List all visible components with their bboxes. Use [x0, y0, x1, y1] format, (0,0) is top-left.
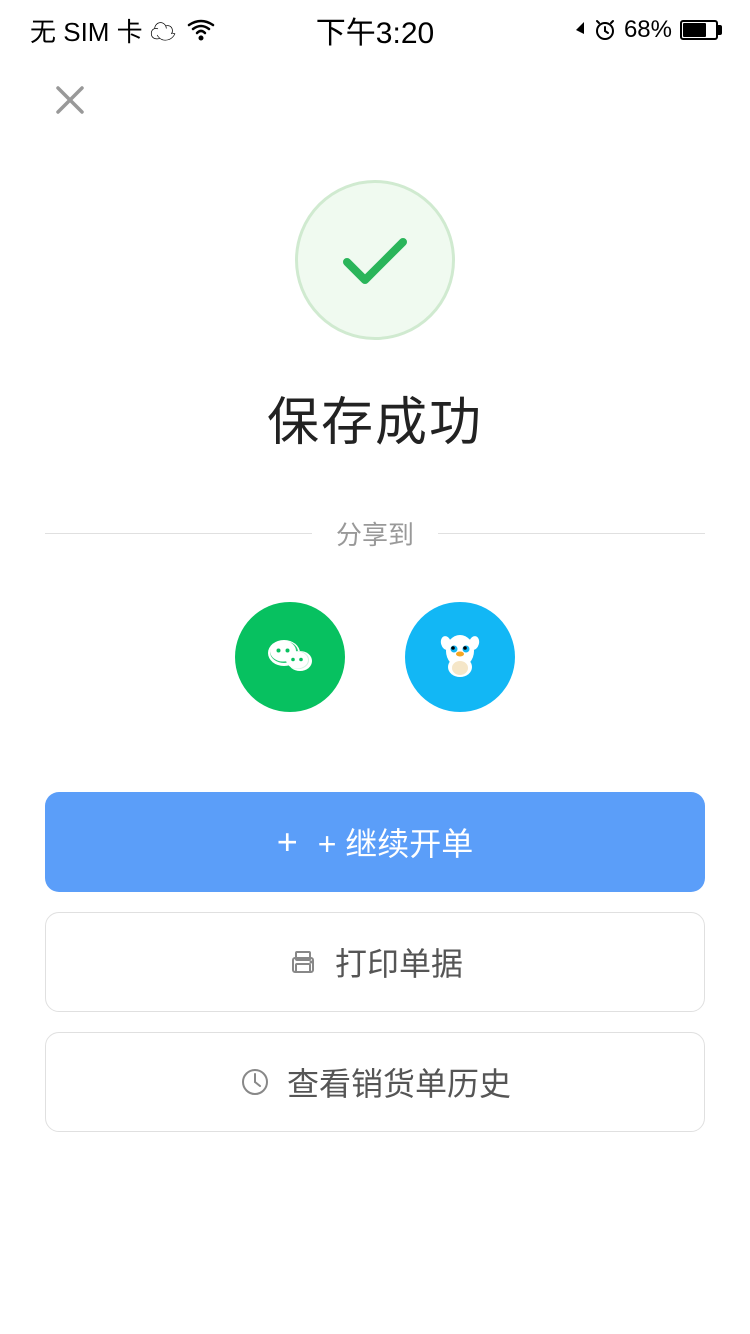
print-button[interactable]: 打印单据 [45, 912, 705, 1012]
close-icon [52, 82, 88, 118]
main-content: 保存成功 分享到 [0, 60, 750, 1132]
print-label: 打印单据 [335, 939, 463, 985]
wifi-icon [186, 19, 216, 41]
continue-plus-icon: + [277, 821, 298, 863]
status-bar-time: 下午3:20 [316, 8, 434, 52]
divider-line-left [45, 533, 312, 534]
share-label: 分享到 [312, 515, 438, 552]
wechat-share-button[interactable] [235, 602, 345, 712]
battery-icon [680, 20, 720, 40]
success-icon-circle [295, 180, 455, 340]
close-button[interactable] [40, 70, 100, 130]
history-label: 查看销货单历史 [287, 1059, 511, 1105]
action-buttons: + + 继续开单 打印单据 查看销货单历史 [45, 792, 705, 1132]
status-bar-right: 68% [566, 16, 720, 44]
print-icon [287, 946, 319, 978]
wechat-icon [258, 625, 322, 689]
continue-label: + 继续开单 [318, 819, 474, 865]
history-button[interactable]: 查看销货单历史 [45, 1032, 705, 1132]
no-sim-label: 无 SIM 卡 ☁ [30, 12, 176, 49]
history-icon [239, 1066, 271, 1098]
alarm-icon [594, 19, 616, 41]
share-row [235, 602, 515, 712]
success-title: 保存成功 [267, 380, 483, 455]
qq-icon [428, 625, 492, 689]
checkmark-icon [335, 220, 415, 300]
share-divider: 分享到 [45, 515, 705, 552]
divider-line-right [438, 533, 705, 534]
location-icon [566, 20, 586, 40]
battery-percent: 68% [624, 16, 672, 44]
status-bar-left: 无 SIM 卡 ☁ [30, 12, 216, 49]
continue-button[interactable]: + + 继续开单 [45, 792, 705, 892]
status-bar: 无 SIM 卡 ☁ 下午3:20 68% [0, 0, 750, 60]
qq-share-button[interactable] [405, 602, 515, 712]
